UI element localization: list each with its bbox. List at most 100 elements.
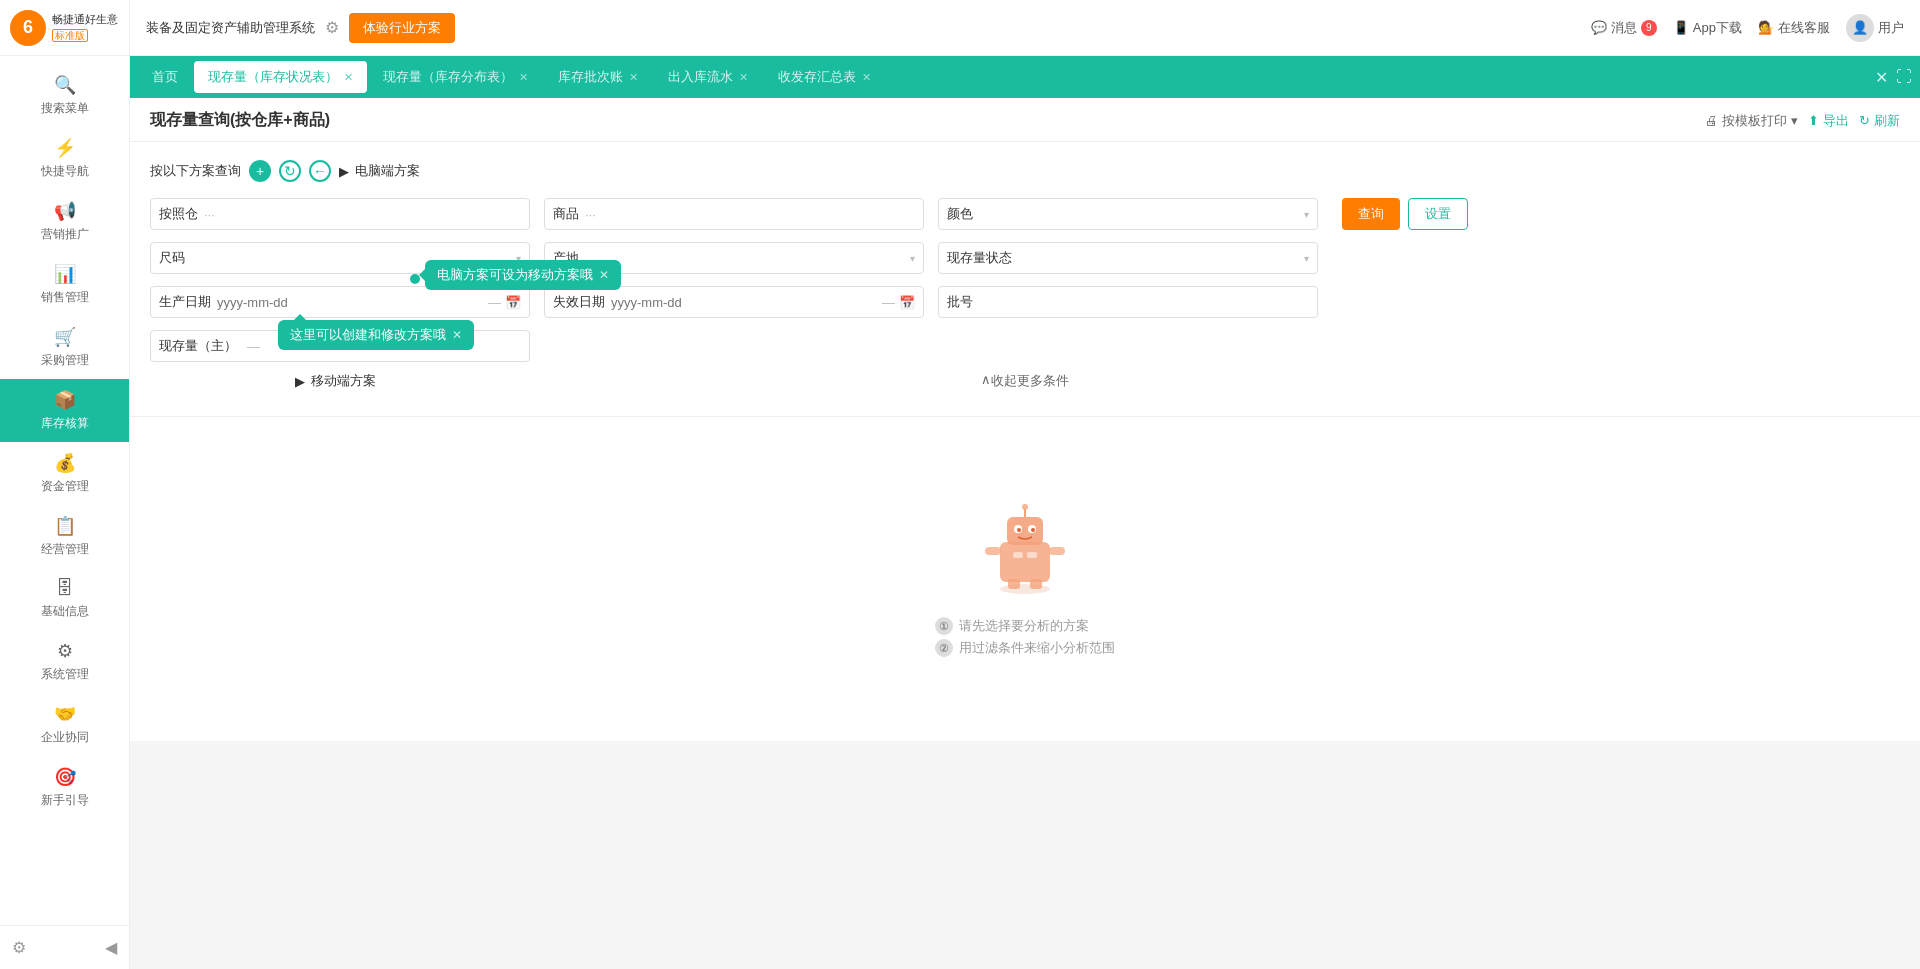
filter-expire-date[interactable]: 失效日期 — 📅 <box>544 286 924 318</box>
tab-close-icon[interactable]: ✕ <box>519 71 528 84</box>
tab-home[interactable]: 首页 <box>138 61 192 93</box>
empty-steps: ① 请先选择要分析的方案 ② 用过滤条件来缩小分析范围 <box>935 613 1115 661</box>
filter-label: 按以下方案查询 <box>150 162 241 180</box>
scheme-item-mobile[interactable]: ▶ 移动端方案 <box>295 372 376 390</box>
filter-action-buttons: 查询 设置 <box>1342 198 1468 230</box>
sidebar-item-system[interactable]: ⚙ 系统管理 <box>0 630 129 693</box>
print-btn[interactable]: 🖨 按模板打印 ▾ <box>1705 112 1798 130</box>
svg-rect-10 <box>1049 547 1065 555</box>
tab-close-icon[interactable]: ✕ <box>344 71 353 84</box>
add-scheme-btn[interactable]: + <box>249 160 271 182</box>
collapse-sidebar-icon[interactable]: ◀ <box>105 938 117 957</box>
collapse-row[interactable]: ∧ 收起更多条件 <box>150 362 1900 400</box>
sidebar-item-assets[interactable]: 💰 资金管理 <box>0 442 129 505</box>
base-info-icon: 🗄 <box>56 578 74 599</box>
sidebar-item-sales[interactable]: 📊 销售管理 <box>0 253 129 316</box>
filter-area: 按以下方案查询 + ↻ ← ▶ 电脑端方案 <box>130 142 1920 417</box>
sidebar-item-quick-nav[interactable]: ⚡ 快捷导航 <box>0 127 129 190</box>
prod-date-start-input[interactable] <box>217 295 484 310</box>
page-title: 现存量查询(按仓库+商品) <box>150 110 330 131</box>
tab-close-all-icon[interactable]: ✕ <box>1875 68 1888 87</box>
sidebar-item-label: 基础信息 <box>41 603 89 620</box>
filter-prod-date[interactable]: 生产日期 — 📅 <box>150 286 530 318</box>
inventory-icon: 📦 <box>54 389 76 411</box>
filter-warehouse[interactable]: 按照仓 ··· <box>150 198 530 230</box>
user-action[interactable]: 👤 用户 <box>1846 14 1904 42</box>
sidebar-item-guide[interactable]: 🎯 新手引导 <box>0 756 129 819</box>
page-header: 现存量查询(按仓库+商品) 🖨 按模板打印 ▾ ⬆ 导出 ↻ 刷新 <box>130 98 1920 142</box>
collapse-up-icon: ∧ <box>981 372 991 390</box>
online-service-action[interactable]: 💁 在线客服 <box>1758 19 1830 37</box>
sidebar-bottom: ⚙ ◀ <box>0 925 129 969</box>
tab-inventory-batch[interactable]: 库存批次账 ✕ <box>544 61 652 93</box>
sales-icon: 📊 <box>54 263 76 285</box>
calendar-icon[interactable]: 📅 <box>505 295 521 310</box>
tooltip-edit-close[interactable]: ✕ <box>452 328 462 342</box>
sidebar-item-label: 搜索菜单 <box>41 100 89 117</box>
query-btn[interactable]: 查询 <box>1342 198 1400 230</box>
svg-rect-9 <box>985 547 1001 555</box>
refresh-scheme-btn[interactable]: ↻ <box>279 160 301 182</box>
tooltip-desktop-close[interactable]: ✕ <box>599 268 609 282</box>
sidebar-item-purchase[interactable]: 🛒 采购管理 <box>0 316 129 379</box>
header: 装备及固定资产辅助管理系统 ⚙ 体验行业方案 💬 消息 9 📱 App下载 💁 … <box>130 0 1920 56</box>
industry-btn[interactable]: 体验行业方案 <box>349 13 455 43</box>
refresh-icon: ↻ <box>1859 113 1870 128</box>
filter-batch[interactable]: 批号 <box>938 286 1318 318</box>
sidebar-item-inventory[interactable]: 📦 库存核算 <box>0 379 129 442</box>
phone-icon: 📱 <box>1673 20 1689 35</box>
tab-close-icon[interactable]: ✕ <box>739 71 748 84</box>
system-name: 装备及固定资产辅助管理系统 <box>146 19 315 37</box>
sidebar-item-operations[interactable]: 📋 经营管理 <box>0 505 129 568</box>
tabs-right: ✕ ⛶ <box>1875 68 1912 87</box>
filter-stock-status[interactable]: 现存量状态 ▾ <box>938 242 1318 274</box>
tab-close-icon[interactable]: ✕ <box>629 71 638 84</box>
expire-calendar-icon[interactable]: 📅 <box>899 295 915 310</box>
settings-bottom-icon[interactable]: ⚙ <box>12 938 26 957</box>
sidebar-item-base-info[interactable]: 🗄 基础信息 <box>0 568 129 630</box>
tab-close-icon[interactable]: ✕ <box>862 71 871 84</box>
sidebar-nav: 🔍 搜索菜单 ⚡ 快捷导航 📢 营销推广 📊 销售管理 🛒 采购管理 📦 库存核… <box>0 56 129 925</box>
tab-label: 现存量（库存状况表） <box>208 68 338 86</box>
user-avatar: 👤 <box>1846 14 1874 42</box>
svg-rect-1 <box>1000 542 1050 582</box>
scheme-panel: ▶ 电脑端方案 <box>339 158 420 184</box>
enterprise-icon: 🤝 <box>54 703 76 725</box>
tab-receive-summary[interactable]: 收发存汇总表 ✕ <box>764 61 885 93</box>
system-icon: ⚙ <box>57 640 73 662</box>
export-btn[interactable]: ⬆ 导出 <box>1808 112 1849 130</box>
app-download-action[interactable]: 📱 App下载 <box>1673 19 1742 37</box>
set-btn[interactable]: 设置 <box>1408 198 1468 230</box>
back-scheme-btn[interactable]: ← <box>309 160 331 182</box>
refresh-btn[interactable]: ↻ 刷新 <box>1859 112 1900 130</box>
scheme-item-desktop[interactable]: ▶ 电脑端方案 <box>339 158 420 184</box>
guide-icon: 🎯 <box>54 766 76 788</box>
svg-rect-2 <box>1007 517 1043 545</box>
sidebar-item-marketing[interactable]: 📢 营销推广 <box>0 190 129 253</box>
header-left: 装备及固定资产辅助管理系统 ⚙ 体验行业方案 <box>146 13 455 43</box>
print-chevron: ▾ <box>1791 113 1798 128</box>
sidebar-item-enterprise[interactable]: 🤝 企业协同 <box>0 693 129 756</box>
tooltip-edit-bubble: 这里可以创建和修改方案哦 ✕ <box>278 320 474 350</box>
tab-inventory-dist[interactable]: 现存量（库存分布表） ✕ <box>369 61 542 93</box>
online-service-label: 在线客服 <box>1778 19 1830 37</box>
svg-point-8 <box>1022 504 1028 510</box>
message-action[interactable]: 💬 消息 9 <box>1591 19 1657 37</box>
sidebar-item-search[interactable]: 🔍 搜索菜单 <box>0 64 129 127</box>
filter-row-1: 按照仓 ··· 商品 ··· 颜色 ▾ 查询 设置 <box>150 198 1900 230</box>
header-settings-icon[interactable]: ⚙ <box>325 18 339 37</box>
expire-date-start-input[interactable] <box>611 295 878 310</box>
tab-label: 现存量（库存分布表） <box>383 68 513 86</box>
tab-inventory-status[interactable]: 现存量（库存状况表） ✕ <box>194 61 367 93</box>
tab-label: 收发存汇总表 <box>778 68 856 86</box>
message-label: 消息 <box>1611 19 1637 37</box>
sidebar-item-label: 库存核算 <box>41 415 89 432</box>
tab-in-out-flow[interactable]: 出入库流水 ✕ <box>654 61 762 93</box>
step-num-1: ① <box>935 617 953 635</box>
svg-rect-13 <box>1013 552 1023 558</box>
filter-color[interactable]: 颜色 ▾ <box>938 198 1318 230</box>
tab-fullscreen-icon[interactable]: ⛶ <box>1896 68 1912 86</box>
svg-point-0 <box>1000 584 1050 594</box>
sidebar-item-label: 营销推广 <box>41 226 89 243</box>
filter-product[interactable]: 商品 ··· <box>544 198 924 230</box>
